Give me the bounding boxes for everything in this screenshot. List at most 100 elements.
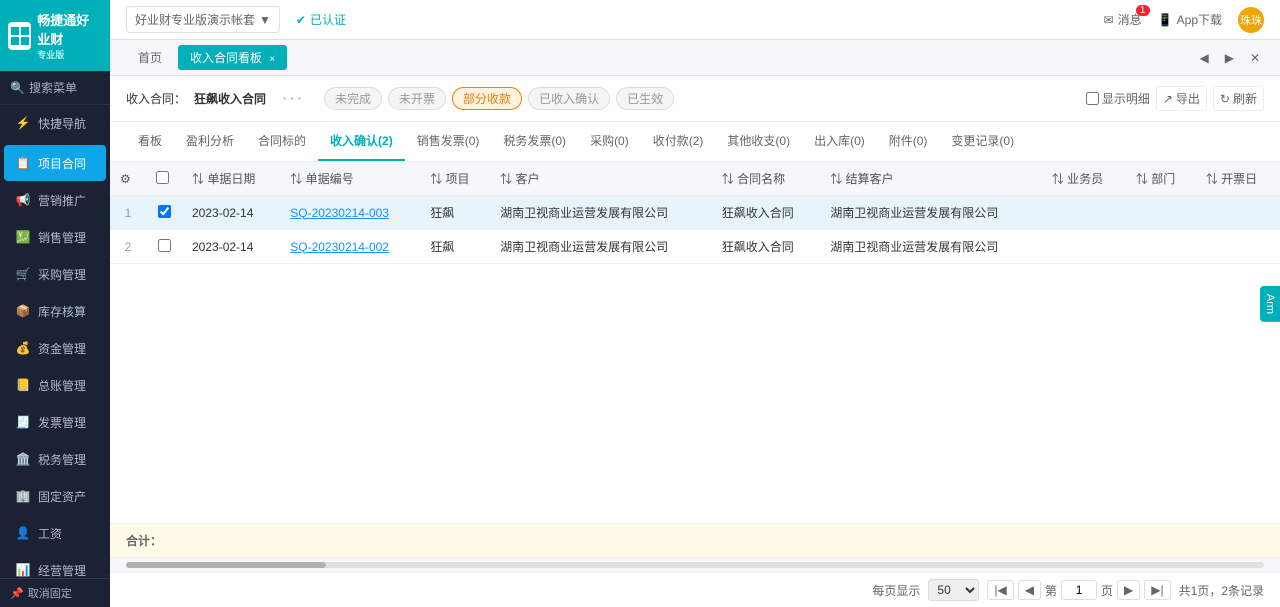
subtab-other[interactable]: 其他收支(0)	[715, 122, 802, 161]
sidebar-item-quicknav[interactable]: ⚡ 快捷导航	[4, 105, 106, 141]
data-table: ⚙ ⇅ 单据日期 ⇅ 单据编号 ⇅ 项目 ⇅ 客户 ⇅ 合同名称 ⇅ 结算客户 …	[110, 162, 1280, 264]
row-number-link[interactable]: SQ-20230214-003	[290, 206, 389, 220]
row-checkbox-cell[interactable]	[146, 196, 182, 230]
tab-contract-board[interactable]: 收入合同看板 ×	[178, 45, 287, 70]
number-column[interactable]: ⇅ 单据编号	[280, 162, 420, 196]
select-all-checkbox[interactable]	[156, 171, 169, 184]
tab-close-icon[interactable]: ×	[269, 54, 275, 65]
status-effective[interactable]: 已生效	[616, 87, 674, 110]
subtab-attachment[interactable]: 附件(0)	[877, 122, 940, 161]
row-date: 2023-02-14	[182, 196, 280, 230]
row-checkbox[interactable]	[158, 205, 171, 218]
subtab-receipt[interactable]: 收付款(2)	[641, 122, 716, 161]
show-detail-toggle[interactable]: 显示明细	[1086, 90, 1150, 107]
salesperson-column[interactable]: ⇅ 业务员	[1042, 162, 1126, 196]
subtab-profit[interactable]: 盈利分析	[174, 122, 246, 161]
date-column[interactable]: ⇅ 单据日期	[182, 162, 280, 196]
sidebar-item-hr[interactable]: 👤 工资	[4, 515, 106, 551]
sidebar-search[interactable]: 🔍 搜索菜单	[0, 71, 110, 105]
export-button[interactable]: ↗ 导出	[1156, 86, 1207, 111]
first-page-button[interactable]: |◀	[987, 580, 1013, 600]
row-number[interactable]: SQ-20230214-002	[280, 230, 420, 264]
pin-icon: 📌	[10, 587, 24, 600]
next-page-button[interactable]: ▶	[1117, 580, 1140, 600]
show-detail-checkbox[interactable]	[1086, 92, 1099, 105]
row-checkbox[interactable]	[158, 239, 171, 252]
topbar-right: ✉ 1 消息 📱 App下载 珠珠	[1104, 7, 1264, 33]
subtab-standard[interactable]: 合同标的	[246, 122, 318, 161]
contract-actions: 显示明细 ↗ 导出 ↻ 刷新	[1086, 86, 1264, 111]
settings-icon[interactable]: ⚙	[120, 172, 131, 186]
result-customer-column[interactable]: ⇅ 结算客户	[820, 162, 1042, 196]
arm-float-button[interactable]: Arm	[1260, 285, 1280, 321]
subtab-purchase[interactable]: 采购(0)	[578, 122, 641, 161]
subtab-sales-invoice[interactable]: 销售发票(0)	[405, 122, 492, 161]
sidebar-nav: 📋 项目合同 📢 营销推广 💹 销售管理 🛒 采购管理 📦 库存核算 💰 资金管…	[0, 141, 110, 578]
close-tab-icon[interactable]: ✕	[1246, 49, 1264, 67]
row-checkbox-cell[interactable]	[146, 230, 182, 264]
next-tab-icon[interactable]: ▶	[1221, 49, 1238, 67]
status-incomplete[interactable]: 未完成	[324, 87, 382, 110]
row-number[interactable]: SQ-20230214-003	[280, 196, 420, 230]
status-confirmed[interactable]: 已收入确认	[528, 87, 610, 110]
checkbox-column	[146, 162, 182, 196]
page-input[interactable]	[1061, 580, 1097, 600]
sidebar-item-purchase[interactable]: 🛒 采购管理	[4, 256, 106, 292]
customer-column[interactable]: ⇅ 客户	[490, 162, 712, 196]
table-row[interactable]: 2 2023-02-14 SQ-20230214-002 狂飙 湖南卫视商业运营…	[110, 230, 1280, 264]
app-download-button[interactable]: 📱 App下载	[1158, 11, 1222, 28]
message-button[interactable]: ✉ 1 消息	[1104, 11, 1142, 28]
sidebar-item-tax[interactable]: 🏛️ 税务管理	[4, 441, 106, 477]
sidebar-item-fund[interactable]: 💰 资金管理	[4, 330, 106, 366]
page-of-text: 页	[1101, 582, 1113, 599]
sidebar-item-inventory[interactable]: 📦 库存核算	[4, 293, 106, 329]
tab-controls: ◀ ▶ ✕	[1195, 49, 1264, 67]
prev-tab-icon[interactable]: ◀	[1195, 49, 1212, 67]
more-options-icon[interactable]: ···	[282, 90, 304, 108]
subtab-change[interactable]: 变更记录(0)	[939, 122, 1026, 161]
sidebar-item-invoice[interactable]: 🧾 发票管理	[4, 404, 106, 440]
project-column[interactable]: ⇅ 项目	[420, 162, 490, 196]
download-icon: 📱	[1158, 13, 1173, 27]
sidebar-item-project[interactable]: 📋 项目合同	[4, 145, 106, 181]
sidebar-item-label: 经营管理	[38, 562, 86, 579]
open-date-column[interactable]: ⇅ 开票日	[1196, 162, 1280, 196]
app-title: 畅捷通好业财	[37, 10, 102, 48]
per-page-select[interactable]: 20 50 100	[928, 579, 979, 601]
prev-page-button[interactable]: ◀	[1018, 580, 1041, 600]
status-partpay[interactable]: 部分收款	[452, 87, 522, 110]
sidebar-unpin[interactable]: 📌 取消固定	[0, 578, 110, 607]
sidebar-item-label: 采购管理	[38, 266, 86, 283]
sidebar-item-label: 固定资产	[38, 488, 86, 505]
company-selector[interactable]: 好业财专业版演示帐套 ▼	[126, 6, 280, 33]
sidebar-item-assets[interactable]: 🏢 固定资产	[4, 478, 106, 514]
content-area: 收入合同： 狂飙收入合同 ··· 未完成 未开票 部分收款 已收入确认 已生效 …	[110, 76, 1280, 607]
refresh-button[interactable]: ↻ 刷新	[1213, 86, 1264, 111]
scroll-thumb[interactable]	[126, 562, 326, 568]
footer-label: 合计：	[126, 532, 162, 549]
subtabs: 看板 盈利分析 合同标的 收入确认(2) 销售发票(0) 税务发票(0) 采购(…	[110, 122, 1280, 162]
status-noinvoice[interactable]: 未开票	[388, 87, 446, 110]
department-column[interactable]: ⇅ 部门	[1126, 162, 1196, 196]
row-num: 2	[110, 230, 146, 264]
certified-badge: ✔ 已认证	[296, 11, 346, 28]
sidebar-item-sales[interactable]: 💹 销售管理	[4, 219, 106, 255]
page-nav: |◀ ◀ 第 页 ▶ ▶|	[987, 580, 1170, 600]
user-avatar[interactable]: 珠珠	[1238, 7, 1264, 33]
last-page-button[interactable]: ▶|	[1144, 580, 1170, 600]
table-row[interactable]: 1 2023-02-14 SQ-20230214-003 狂飙 湖南卫视商业运营…	[110, 196, 1280, 230]
tab-home[interactable]: 首页	[126, 45, 174, 70]
page-total: 共1页，2条记录	[1179, 582, 1264, 599]
sidebar-item-marketing[interactable]: 📢 营销推广	[4, 182, 106, 218]
contract-column[interactable]: ⇅ 合同名称	[712, 162, 820, 196]
sidebar-item-general[interactable]: 📒 总账管理	[4, 367, 106, 403]
subtab-kanban[interactable]: 看板	[126, 122, 174, 161]
row-number-link[interactable]: SQ-20230214-002	[290, 240, 389, 254]
subtab-tax-invoice[interactable]: 税务发票(0)	[491, 122, 578, 161]
sidebar-item-label: 发票管理	[38, 414, 86, 431]
scroll-track[interactable]	[126, 562, 1264, 568]
subtab-warehouse[interactable]: 出入库(0)	[802, 122, 877, 161]
subtab-confirm[interactable]: 收入确认(2)	[318, 122, 405, 161]
sidebar-item-operation[interactable]: 📊 经营管理	[4, 552, 106, 578]
settings-column[interactable]: ⚙	[110, 162, 146, 196]
